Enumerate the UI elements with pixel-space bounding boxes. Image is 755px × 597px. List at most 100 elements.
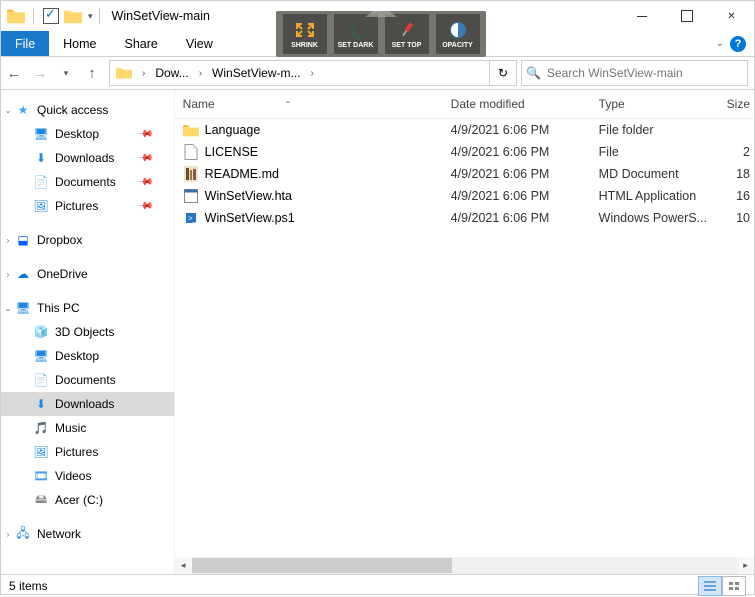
pictures-icon: 🖼 <box>33 198 49 214</box>
nav-pc-item[interactable]: 🎞 Videos <box>1 464 174 488</box>
chevron-right-icon[interactable]: › <box>307 68 318 79</box>
nav-quick-item[interactable]: 🖼 Pictures 📌 <box>1 194 174 218</box>
scroll-right-icon[interactable]: ▸ <box>737 557 754 574</box>
nav-quick-item[interactable]: 📄 Documents 📌 <box>1 170 174 194</box>
breadcrumb-item[interactable]: WinSetView-m... <box>206 61 306 85</box>
horizontal-scrollbar[interactable]: ◂ ▸ <box>175 557 754 574</box>
scroll-left-icon[interactable]: ◂ <box>175 557 192 574</box>
nav-network[interactable]: › 🖧 Network <box>1 522 174 546</box>
app-folder-icon <box>5 5 27 27</box>
music-icon: 🎵 <box>33 420 49 436</box>
view-large-icons-button[interactable] <box>722 576 746 596</box>
address-bar[interactable]: › Dow... › WinSetView-m... › ↻ <box>109 60 517 86</box>
documents-icon: 📄 <box>33 174 49 190</box>
downloads-icon: ⬇ <box>33 396 49 412</box>
qat-newfolder-icon[interactable] <box>62 5 84 27</box>
svg-text:>_: >_ <box>188 214 198 223</box>
scroll-thumb[interactable] <box>192 558 453 573</box>
ribbon-expand-icon[interactable]: ⌄ <box>716 38 724 49</box>
desktop-icon: 🖥 <box>33 348 49 364</box>
nav-quick-item[interactable]: 🖥 Desktop 📌 <box>1 122 174 146</box>
nav-quick-item[interactable]: ⬇ Downloads 📌 <box>1 146 174 170</box>
nav-this-pc[interactable]: ⌄ 🖥 This PC <box>1 296 174 320</box>
3d-icon: 🧊 <box>33 324 49 340</box>
maximize-button[interactable] <box>664 1 709 31</box>
nav-item-label: Downloads <box>55 151 114 165</box>
nav-onedrive[interactable]: › ☁ OneDrive <box>1 262 174 286</box>
nav-pc-item[interactable]: 📄 Documents <box>1 368 174 392</box>
expand-icon[interactable]: › <box>3 270 13 279</box>
nav-pc-item[interactable]: 🖼 Pictures <box>1 440 174 464</box>
nav-back-button[interactable]: ← <box>1 59 27 87</box>
floating-toolbar[interactable]: SHRINK SET DARK SET TOP OPACITY <box>276 11 486 57</box>
file-size: 2 <box>719 145 754 159</box>
search-icon: 🔍 <box>522 66 545 80</box>
search-input[interactable] <box>545 65 747 81</box>
chevron-right-icon[interactable]: › <box>138 68 149 79</box>
nav-item-label: Desktop <box>55 127 99 141</box>
expand-icon[interactable]: › <box>3 530 13 539</box>
close-button[interactable]: ✕ <box>709 1 754 31</box>
refresh-button[interactable]: ↻ <box>489 61 516 85</box>
tab-file[interactable]: File <box>1 31 49 56</box>
nav-pc-item[interactable]: 🖴 Acer (C:) <box>1 488 174 512</box>
qat-properties-icon[interactable] <box>40 5 62 27</box>
chevron-right-icon[interactable]: › <box>195 68 206 79</box>
pin-icon <box>395 20 419 40</box>
drive-icon: 🖴 <box>33 492 49 508</box>
overlay-moon-button[interactable]: SET DARK <box>334 14 378 54</box>
column-size[interactable]: Size <box>719 97 754 111</box>
column-label: Name <box>183 97 215 111</box>
breadcrumb-item[interactable]: Dow... <box>149 61 194 85</box>
expand-icon[interactable]: › <box>3 236 13 245</box>
nav-pc-item[interactable]: 🎵 Music <box>1 416 174 440</box>
file-row[interactable]: LICENSE 4/9/2021 6:06 PM File 2 <box>175 141 754 163</box>
nav-pc-item[interactable]: 🖥 Desktop <box>1 344 174 368</box>
expand-icon[interactable]: ⌄ <box>3 304 13 313</box>
pictures-icon: 🖼 <box>33 444 49 460</box>
nav-item-label: Desktop <box>55 349 99 363</box>
nav-forward-button[interactable]: → <box>27 59 53 87</box>
overlay-pin-button[interactable]: SET TOP <box>385 14 429 54</box>
tab-share[interactable]: Share <box>111 31 172 56</box>
expand-icon[interactable]: ⌄ <box>3 106 13 115</box>
breadcrumb-root-icon[interactable] <box>110 61 138 85</box>
search-box[interactable]: 🔍 <box>521 60 748 86</box>
nav-recent-icon[interactable]: ▾ <box>53 59 79 87</box>
nav-dropbox[interactable]: › ⬓ Dropbox <box>1 228 174 252</box>
nav-item-label: Acer (C:) <box>55 493 103 507</box>
file-name: LICENSE <box>205 145 259 159</box>
column-date[interactable]: Date modified <box>443 97 591 111</box>
tab-home[interactable]: Home <box>49 31 110 56</box>
window-title: WinSetView-main <box>112 9 210 23</box>
videos-icon: 🎞 <box>33 468 49 484</box>
view-details-button[interactable] <box>698 576 722 596</box>
nav-pc-item[interactable]: ⬇ Downloads <box>1 392 174 416</box>
overlay-opacity-button[interactable]: OPACITY <box>436 14 480 54</box>
qat-customize-icon[interactable]: ▾ <box>88 11 93 22</box>
minimize-button[interactable] <box>619 1 664 31</box>
status-bar: 5 items <box>1 574 754 597</box>
content-pane: Name ⌃ Date modified Type Size Language … <box>174 90 754 574</box>
file-row[interactable]: >_WinSetView.ps1 4/9/2021 6:06 PM Window… <box>175 207 754 229</box>
column-type[interactable]: Type <box>591 97 719 111</box>
window-controls: ✕ <box>619 1 754 31</box>
file-date: 4/9/2021 6:06 PM <box>443 189 591 203</box>
file-row[interactable]: Language 4/9/2021 6:06 PM File folder <box>175 119 754 141</box>
nav-pc-item[interactable]: 🧊 3D Objects <box>1 320 174 344</box>
pin-icon: 📌 <box>137 126 154 143</box>
star-icon: ★ <box>15 102 31 118</box>
column-name[interactable]: Name ⌃ <box>175 97 443 111</box>
nav-item-label: Network <box>37 527 81 541</box>
tab-view[interactable]: View <box>172 31 227 56</box>
nav-quick-access[interactable]: ⌄ ★ Quick access <box>1 98 174 122</box>
overlay-shrink-button[interactable]: SHRINK <box>283 14 327 54</box>
shrink-icon <box>293 20 317 40</box>
file-row[interactable]: README.md 4/9/2021 6:06 PM MD Document 1… <box>175 163 754 185</box>
file-size: 18 <box>719 167 754 181</box>
file-row[interactable]: WinSetView.hta 4/9/2021 6:06 PM HTML App… <box>175 185 754 207</box>
nav-item-label: Documents <box>55 373 116 387</box>
help-icon[interactable]: ? <box>730 36 746 52</box>
title-separator <box>99 8 100 24</box>
nav-up-button[interactable]: ↑ <box>79 59 105 87</box>
